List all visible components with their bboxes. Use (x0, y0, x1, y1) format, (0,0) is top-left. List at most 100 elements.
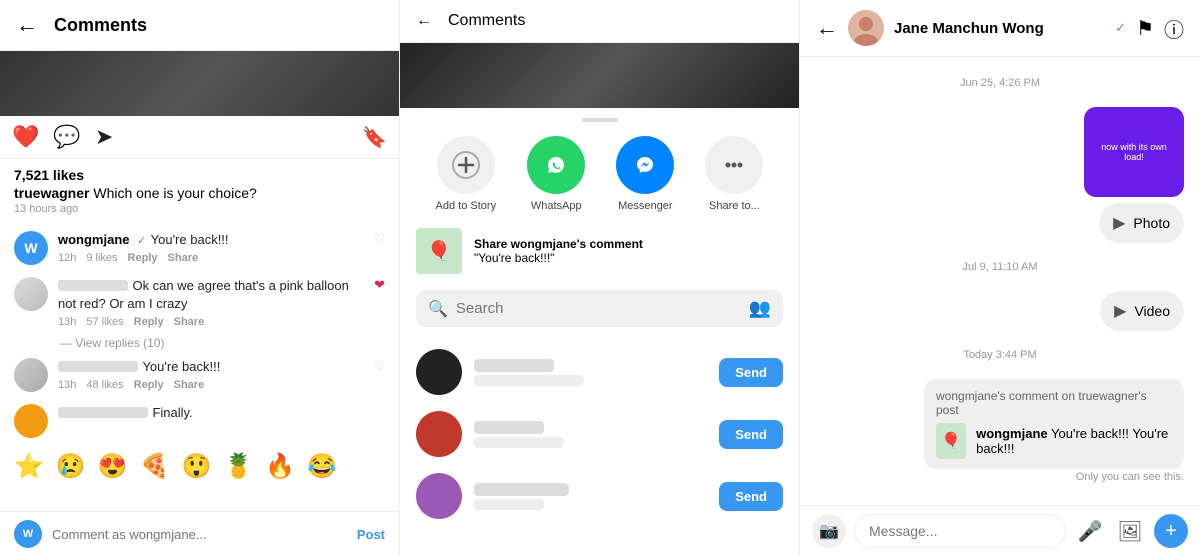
emoji-pizza[interactable]: 🍕 (140, 452, 170, 481)
emoji-pineapple[interactable]: 🍍 (223, 452, 253, 481)
comment-meta: 12h 9 likes Reply Share (58, 252, 363, 264)
share-title: Share wongmjane's comment (474, 237, 643, 251)
mic-button[interactable]: 🎤 (1074, 515, 1106, 547)
likes-count: 7,521 likes (14, 167, 385, 183)
comment-item: Ok can we agree that's a pink balloon no… (0, 271, 399, 334)
likes-section: 7,521 likes truewagner Which one is your… (0, 159, 399, 217)
share-more-icon (705, 136, 763, 194)
search-input[interactable] (456, 300, 741, 317)
emoji-sad[interactable]: 😢 (56, 452, 86, 481)
video-message[interactable]: ▶ Video (1100, 291, 1184, 331)
whatsapp-icon (527, 136, 585, 194)
share-icons-row: Add to Story WhatsApp (400, 136, 799, 228)
dm-info (474, 483, 707, 510)
back-icon-right[interactable]: ← (816, 15, 838, 41)
photo-label: Photo (1133, 215, 1170, 231)
emoji-laugh[interactable]: 😂 (307, 452, 337, 481)
info-icon[interactable]: ⓘ (1164, 14, 1184, 43)
add-story-label: Add to Story (436, 200, 497, 212)
reply-button[interactable]: Reply (134, 379, 164, 391)
back-icon-middle[interactable]: ← (416, 12, 432, 30)
camera-button[interactable]: 📷 (812, 514, 846, 548)
comment-body: Finally. (58, 404, 385, 422)
avatar (14, 277, 48, 311)
comment-text: You're back!!! (151, 232, 229, 247)
share-more[interactable]: Share to... (705, 136, 763, 212)
back-icon-left[interactable]: ← (16, 12, 38, 38)
reply-button[interactable]: Reply (134, 316, 164, 328)
post-button[interactable]: Post (357, 527, 385, 542)
dm-avatar (416, 411, 462, 457)
like-icon[interactable]: ❤️ (12, 124, 39, 150)
share-comment-button[interactable]: Share (168, 252, 199, 264)
comment-item: You're back!!! 13h 48 likes Reply Share … (0, 352, 399, 398)
avatar: W (14, 231, 48, 265)
bubble-inner: 🎈 wongmjane You're back!!! You're back!!… (936, 423, 1172, 459)
share-comment-button[interactable]: Share (174, 316, 205, 328)
share-comment-heading: Share wongmjane's comment (474, 237, 643, 251)
emoji-fire[interactable]: 🔥 (265, 452, 295, 481)
dm-sub (474, 437, 564, 448)
left-title: Comments (54, 15, 147, 36)
right-header: ← Jane Manchun Wong ✓ ⚑ ⓘ (800, 0, 1200, 57)
comment-username (58, 280, 128, 291)
plus-button[interactable]: + (1154, 514, 1188, 548)
dm-name (474, 421, 544, 434)
share-handle (582, 118, 618, 122)
emoji-heart-eyes[interactable]: 😍 (98, 452, 128, 481)
shared-comment-bubble: wongmjane's comment on truewagner's post… (924, 379, 1184, 483)
messenger-label: Messenger (618, 200, 672, 212)
time-divider: Jul 9, 11:10 AM (816, 261, 1184, 273)
left-comments-panel: ← Comments ❤️ 💬 ➤ 🔖 7,521 likes truewagn… (0, 0, 400, 556)
comment-meta: 13h 57 likes Reply Share (58, 316, 364, 328)
share-sheet: Add to Story WhatsApp (400, 108, 799, 537)
verified-badge: ✓ (137, 235, 146, 247)
comment-likes: 48 likes (86, 379, 123, 391)
share-whatsapp[interactable]: WhatsApp (527, 136, 585, 212)
message-input[interactable] (854, 514, 1066, 548)
dm-sub (474, 499, 544, 510)
caption: truewagner Which one is your choice? (14, 185, 385, 201)
like-comment-icon[interactable]: ❤ (374, 277, 385, 293)
like-comment-icon[interactable]: ♡ (373, 231, 385, 247)
comment-item: W wongmjane ✓ You're back!!! 12h 9 likes… (0, 225, 399, 271)
view-replies-button[interactable]: View replies (10) (0, 334, 399, 352)
avatar (14, 358, 48, 392)
caption-username: truewagner (14, 185, 89, 201)
dm-avatar (416, 473, 462, 519)
comment-body: Ok can we agree that's a pink balloon no… (58, 277, 364, 328)
bookmark-icon[interactable]: 🔖 (362, 125, 387, 150)
comment-item: Finally. (0, 398, 399, 444)
flag-icon[interactable]: ⚑ (1136, 16, 1154, 41)
share-thumb: 🎈 (936, 423, 966, 459)
dm-item: Send (400, 465, 799, 527)
right-dm-panel: ← Jane Manchun Wong ✓ ⚑ ⓘ Jun 25, 4:26 P… (800, 0, 1200, 556)
search-bar: 🔍 👥 (416, 290, 783, 327)
comment-icon[interactable]: 💬 (53, 124, 80, 150)
add-person-icon[interactable]: 👥 (749, 298, 771, 319)
dm-item: Send (400, 403, 799, 465)
send-button[interactable]: Send (719, 482, 783, 511)
caption-text: Which one is your choice? (93, 185, 256, 201)
share-add-story[interactable]: Add to Story (436, 136, 497, 212)
post-share-bubble[interactable]: wongmjane's comment on truewagner's post… (924, 379, 1184, 469)
comment-likes: 9 likes (86, 252, 117, 264)
emoji-wow[interactable]: 😲 (182, 452, 212, 481)
message-input-bar: 📷 🎤 🖼 + (800, 505, 1200, 556)
share-comment-button[interactable]: Share (174, 379, 205, 391)
share-comment-preview: 🎈 Share wongmjane's comment "You're back… (416, 228, 783, 274)
comment-text: You're back!!! (142, 359, 220, 374)
dm-name (474, 483, 569, 496)
middle-title: Comments (448, 12, 525, 30)
emoji-star[interactable]: ⭐ (14, 452, 44, 481)
like-comment-icon[interactable]: ♡ (373, 358, 385, 374)
share-icon[interactable]: ➤ (95, 124, 113, 150)
send-button[interactable]: Send (719, 358, 783, 387)
reply-button[interactable]: Reply (128, 252, 158, 264)
comment-input[interactable] (52, 527, 347, 542)
image-button[interactable]: 🖼 (1114, 515, 1146, 547)
share-messenger[interactable]: Messenger (616, 136, 674, 212)
shared-username: wongmjane (976, 426, 1048, 441)
photo-message[interactable]: ▶ Photo (1099, 203, 1184, 243)
send-button[interactable]: Send (719, 420, 783, 449)
